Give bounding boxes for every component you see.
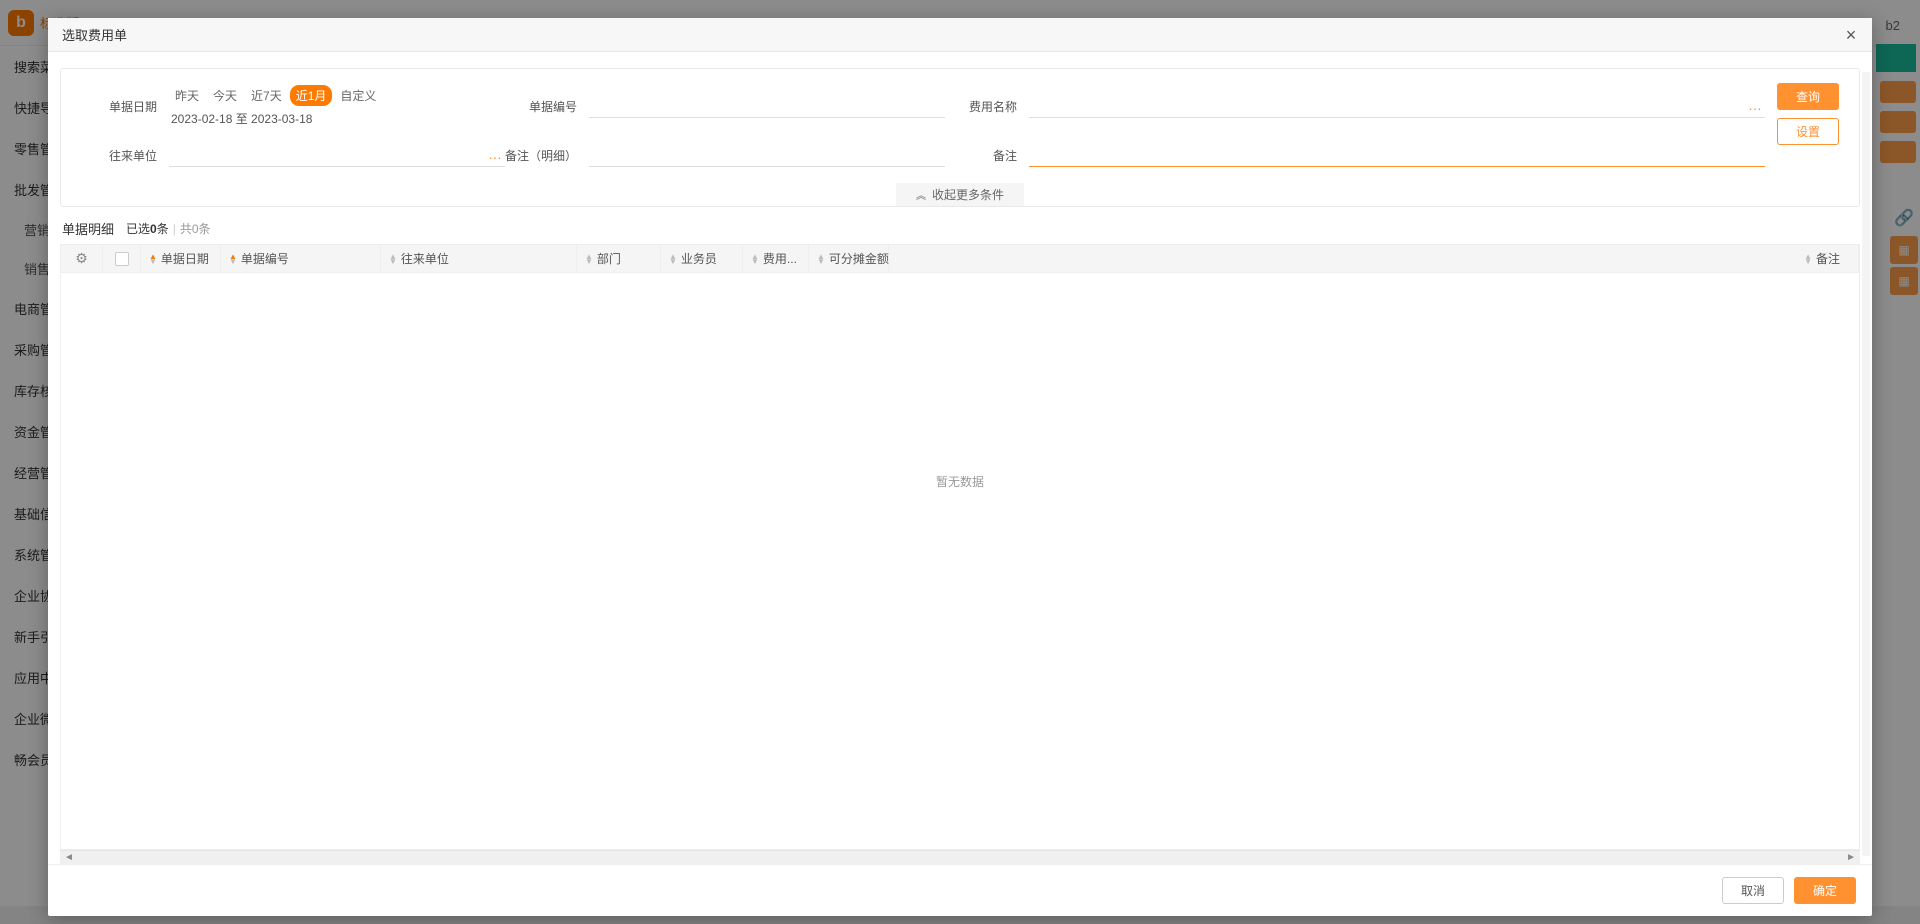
col-header-remark[interactable]: ▲▼ 备注 [889, 245, 1859, 272]
date-chip-1month[interactable]: 近1月 [290, 85, 333, 106]
party-label: 往来单位 [85, 147, 169, 164]
chevron-up-icon: ︽ [916, 187, 926, 202]
sort-icon: ▲▼ [669, 254, 677, 264]
filter-panel: 查询 设置 单据日期 昨天 今天 近7天 近1月 自定义 202 [60, 68, 1860, 207]
fee-name-input[interactable] [1029, 95, 1765, 118]
cancel-button[interactable]: 取消 [1722, 877, 1784, 904]
select-all-checkbox[interactable] [115, 252, 129, 266]
section-header: 单据明细 已选0条 | 共0条 [62, 219, 1860, 238]
sort-icon: ▲▼ [149, 254, 157, 264]
collapse-label: 收起更多条件 [932, 186, 1004, 203]
date-chip-today[interactable]: 今天 [207, 85, 243, 106]
modal-title: 选取费用单 [62, 25, 127, 44]
filter-actions: 查询 设置 [1777, 83, 1839, 145]
sort-icon: ▲▼ [751, 254, 759, 264]
table-horizontal-scrollbar[interactable]: ◄ ► [60, 850, 1860, 864]
party-input[interactable] [169, 144, 505, 167]
confirm-button[interactable]: 确定 [1794, 877, 1856, 904]
col-header-unit[interactable]: ▲▼ 往来单位 [381, 245, 577, 272]
separator: | [173, 222, 176, 236]
col-header-docno[interactable]: ▲▼ 单据编号 [221, 245, 381, 272]
settings-button[interactable]: 设置 [1777, 118, 1839, 145]
date-range-text: 2023-02-18 至 2023-03-18 [169, 110, 505, 127]
sort-icon: ▲▼ [585, 254, 593, 264]
scroll-right-icon: ► [1846, 852, 1856, 863]
col-header-fee[interactable]: ▲▼ 费用... [743, 245, 809, 272]
gear-icon: ⚙ [75, 250, 88, 267]
column-settings-button[interactable]: ⚙ [61, 245, 103, 272]
doc-no-label: 单据编号 [505, 98, 589, 115]
selected-count: 已选0条 [126, 220, 169, 237]
modal-body: 查询 设置 单据日期 昨天 今天 近7天 近1月 自定义 202 [48, 52, 1872, 864]
empty-state-message: 暂无数据 [61, 273, 1859, 690]
remark-detail-label: 备注（明细） [505, 147, 589, 164]
sort-icon: ▲▼ [1804, 254, 1812, 264]
select-expense-modal: 选取费用单 × 查询 设置 单据日期 昨天 今天 近7天 近1月 [48, 18, 1872, 916]
remark-detail-input[interactable] [589, 144, 945, 167]
col-header-amount[interactable]: ▲▼ 可分摊金额 [809, 245, 889, 272]
remark-input[interactable] [1029, 144, 1765, 167]
doc-no-input[interactable] [589, 95, 945, 118]
col-header-dept[interactable]: ▲▼ 部门 [577, 245, 661, 272]
sort-icon: ▲▼ [389, 254, 397, 264]
sort-icon: ▲▼ [817, 254, 825, 264]
col-header-operator[interactable]: ▲▼ 业务员 [661, 245, 743, 272]
remark-label: 备注 [945, 147, 1029, 164]
close-icon[interactable]: × [1840, 24, 1862, 46]
total-count: 共0条 [180, 220, 211, 237]
party-picker-icon[interactable]: … [488, 146, 503, 162]
date-chip-group: 昨天 今天 近7天 近1月 自定义 [169, 85, 505, 106]
section-title: 单据明细 [62, 219, 114, 238]
fee-name-picker-icon[interactable]: … [1748, 97, 1763, 113]
date-chip-yesterday[interactable]: 昨天 [169, 85, 205, 106]
results-table: ⚙ ▲▼ 单据日期 ▲▼ 单据编号 ▲▼ 往来单位 ▲▼ 部门 [60, 244, 1860, 850]
col-header-date[interactable]: ▲▼ 单据日期 [141, 245, 221, 272]
fee-name-label: 费用名称 [945, 98, 1029, 115]
date-chip-7days[interactable]: 近7天 [245, 85, 288, 106]
query-button[interactable]: 查询 [1777, 83, 1839, 110]
modal-header: 选取费用单 × [48, 18, 1872, 52]
table-header-row: ⚙ ▲▼ 单据日期 ▲▼ 单据编号 ▲▼ 往来单位 ▲▼ 部门 [61, 245, 1859, 273]
modal-vertical-scrollbar[interactable] [1862, 72, 1870, 856]
scroll-left-icon: ◄ [64, 852, 74, 863]
modal-footer: 取消 确定 [48, 864, 1872, 916]
sort-icon: ▲▼ [229, 254, 237, 264]
doc-date-label: 单据日期 [85, 98, 169, 115]
date-chip-custom[interactable]: 自定义 [334, 85, 382, 106]
select-all-checkbox-cell [103, 245, 141, 272]
collapse-filters-button[interactable]: ︽ 收起更多条件 [896, 183, 1024, 206]
